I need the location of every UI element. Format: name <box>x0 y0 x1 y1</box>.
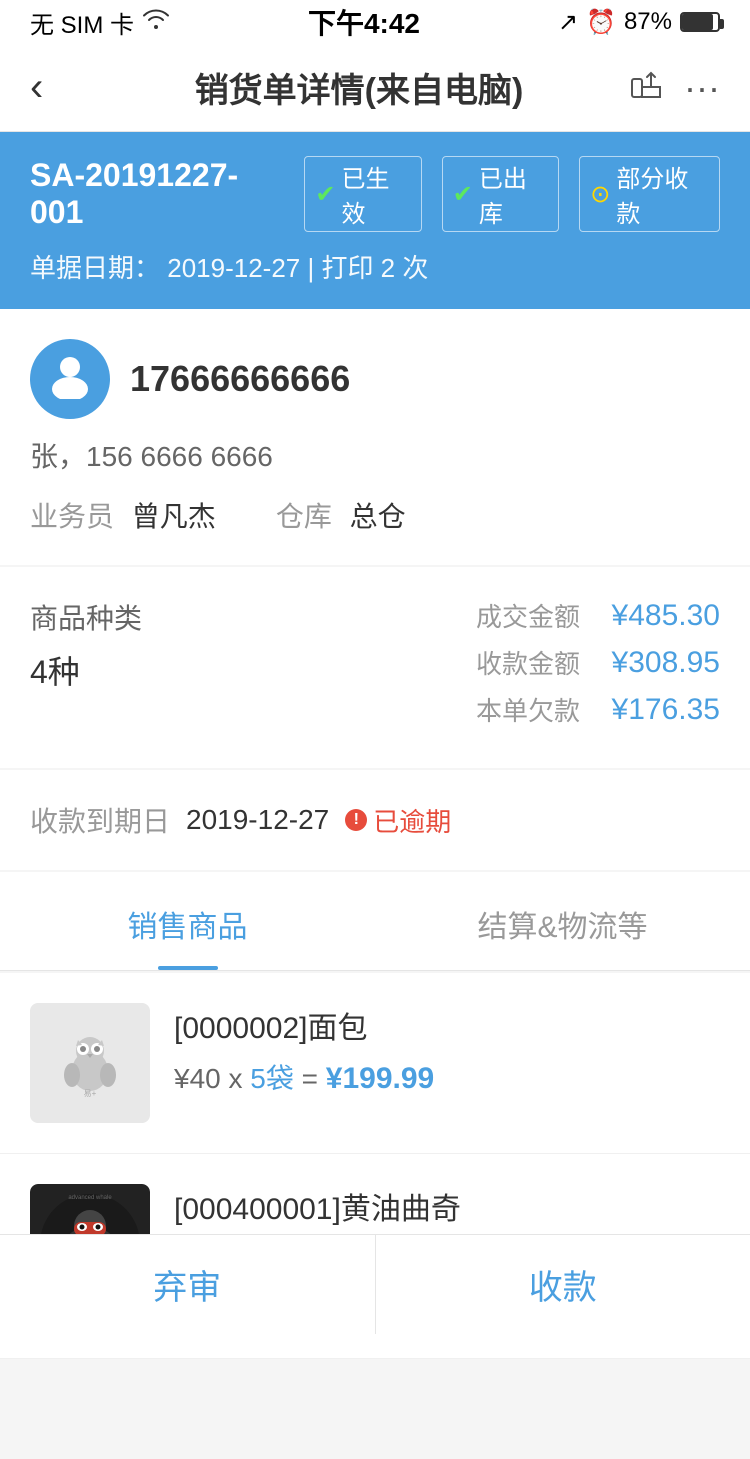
avatar-icon <box>45 349 95 410</box>
summary-section: 商品种类 4种 成交金额 ¥485.30 收款金额 ¥308.95 本单欠款 ¥… <box>0 567 750 768</box>
alarm-icon: ⏰ <box>586 8 616 37</box>
due-label: 收款到期日 <box>30 800 170 840</box>
collected-value: ¥308.95 <box>600 646 720 680</box>
product-type-label: 商品种类 <box>30 597 142 637</box>
amount-value: ¥485.30 <box>600 599 720 633</box>
status-right: ↗ ⏰ 87% <box>558 8 720 37</box>
product-price-row-1: ¥40 x 5袋 = ¥199.99 <box>174 1057 720 1097</box>
tab-underline <box>158 966 218 970</box>
amount-row: 成交金额 ¥485.30 <box>476 597 720 634</box>
check-icon-1: ✔ <box>315 180 335 209</box>
wifi-icon <box>142 8 170 36</box>
due-date: 2019-12-27 <box>186 804 329 836</box>
check-icon-2: ✔ <box>453 180 473 209</box>
badge-shipped: ✔ 已出库 <box>442 156 559 232</box>
overdue-badge: ! 已逾期 <box>345 802 451 839</box>
date-value: 2019-12-27 <box>167 253 300 283</box>
nav-title: 销货单详情(来自电脑) <box>90 63 628 112</box>
quantity-1: 5袋 <box>250 1063 294 1094</box>
more-icon[interactable]: ··· <box>684 67 720 109</box>
product-info-1: [0000002]面包 ¥40 x 5袋 = ¥199.99 <box>174 1003 720 1097</box>
collected-row: 收款金额 ¥308.95 <box>476 644 720 681</box>
battery-percent: 87% <box>624 8 672 36</box>
sales-person-value: 曾凡杰 <box>132 501 216 532</box>
total-1: ¥199.99 <box>326 1062 434 1095</box>
debt-row: 本单欠款 ¥176.35 <box>476 691 720 728</box>
price-unit-1: ¥40 x <box>174 1063 250 1094</box>
badge-partial-label: 部分收款 <box>616 159 709 229</box>
nav-actions: ··· <box>628 65 720 110</box>
product-name-1: [0000002]面包 <box>174 1003 720 1047</box>
status-bar: 无 SIM 卡 下午4:42 ↗ ⏰ 87% <box>0 0 750 44</box>
list-item: 易+ [0000002]面包 ¥40 x 5袋 = ¥199.99 <box>0 973 750 1154</box>
cancel-button[interactable]: 弃审 <box>0 1235 376 1334</box>
customer-section: 17666666666 张，156 6666 6666 业务员 曾凡杰 仓库 总… <box>0 309 750 565</box>
overdue-label: 已逾期 <box>373 802 451 839</box>
warehouse-label: 仓库 <box>276 501 332 532</box>
bottom-bar: 弃审 收款 <box>0 1234 750 1334</box>
avatar <box>30 339 110 419</box>
debt-value: ¥176.35 <box>600 693 720 727</box>
nav-bar: ‹ 销货单详情(来自电脑) ··· <box>0 44 750 132</box>
warehouse-value: 总仓 <box>350 501 406 532</box>
debt-label: 本单欠款 <box>476 691 580 728</box>
amount-label: 成交金额 <box>476 597 580 634</box>
customer-top: 17666666666 <box>30 339 720 419</box>
summary-row: 商品种类 4种 成交金额 ¥485.30 收款金额 ¥308.95 本单欠款 ¥… <box>30 597 720 738</box>
clock-icon: ⊙ <box>590 180 610 209</box>
status-left: 无 SIM 卡 <box>30 5 170 40</box>
tab-settlement-label: 结算&物流等 <box>477 911 647 944</box>
header-date: 单据日期： 2019-12-27 | 打印 2 次 <box>30 248 720 285</box>
back-button[interactable]: ‹ <box>30 65 90 110</box>
print-info: | 打印 2 次 <box>307 253 428 283</box>
due-section: 收款到期日 2019-12-27 ! 已逾期 <box>0 770 750 870</box>
sales-person-item: 业务员 曾凡杰 <box>30 495 216 535</box>
status-time: 下午4:42 <box>308 2 420 42</box>
summary-right: 成交金额 ¥485.30 收款金额 ¥308.95 本单欠款 ¥176.35 <box>476 597 720 738</box>
location-icon: ↗ <box>558 8 578 37</box>
date-label: 单据日期： <box>30 253 160 283</box>
customer-meta: 业务员 曾凡杰 仓库 总仓 <box>30 495 720 535</box>
collected-label: 收款金额 <box>476 644 580 681</box>
thumb-placeholder-1: 易+ <box>30 1003 150 1123</box>
product-count: 4种 <box>30 647 142 693</box>
product-thumb-1: 易+ <box>30 1003 150 1123</box>
badge-activated-label: 已生效 <box>341 159 410 229</box>
share-icon[interactable] <box>628 65 664 110</box>
header-section: SA-20191227-001 ✔ 已生效 ✔ 已出库 ⊙ 部分收款 单据日期：… <box>0 132 750 309</box>
badge-shipped-label: 已出库 <box>479 159 548 229</box>
warehouse-item: 仓库 总仓 <box>276 495 406 535</box>
battery-icon <box>680 12 720 32</box>
customer-name: 张，156 6666 6666 <box>30 435 720 475</box>
equals-1: = <box>302 1063 326 1094</box>
carrier-text: 无 SIM 卡 <box>30 5 134 40</box>
sales-person-label: 业务员 <box>30 501 114 532</box>
tab-settlement[interactable]: 结算&物流等 <box>375 872 750 970</box>
badge-partial: ⊙ 部分收款 <box>579 156 720 232</box>
tab-sales-products[interactable]: 销售商品 <box>0 872 375 970</box>
collect-button[interactable]: 收款 <box>376 1235 750 1334</box>
order-number: SA-20191227-001 <box>30 157 284 231</box>
svg-text:advanced whale: advanced whale <box>68 1195 112 1201</box>
badge-activated: ✔ 已生效 <box>304 156 421 232</box>
overdue-dot-icon: ! <box>345 809 367 831</box>
svg-text:易+: 易+ <box>84 1089 97 1098</box>
product-name-2: [000400001]黄油曲奇 <box>174 1184 720 1228</box>
tab-sales-products-label: 销售商品 <box>128 911 248 944</box>
order-row: SA-20191227-001 ✔ 已生效 ✔ 已出库 ⊙ 部分收款 <box>30 156 720 232</box>
customer-phone: 17666666666 <box>130 358 350 400</box>
tab-bar: 销售商品 结算&物流等 <box>0 872 750 971</box>
summary-left: 商品种类 4种 <box>30 597 142 693</box>
